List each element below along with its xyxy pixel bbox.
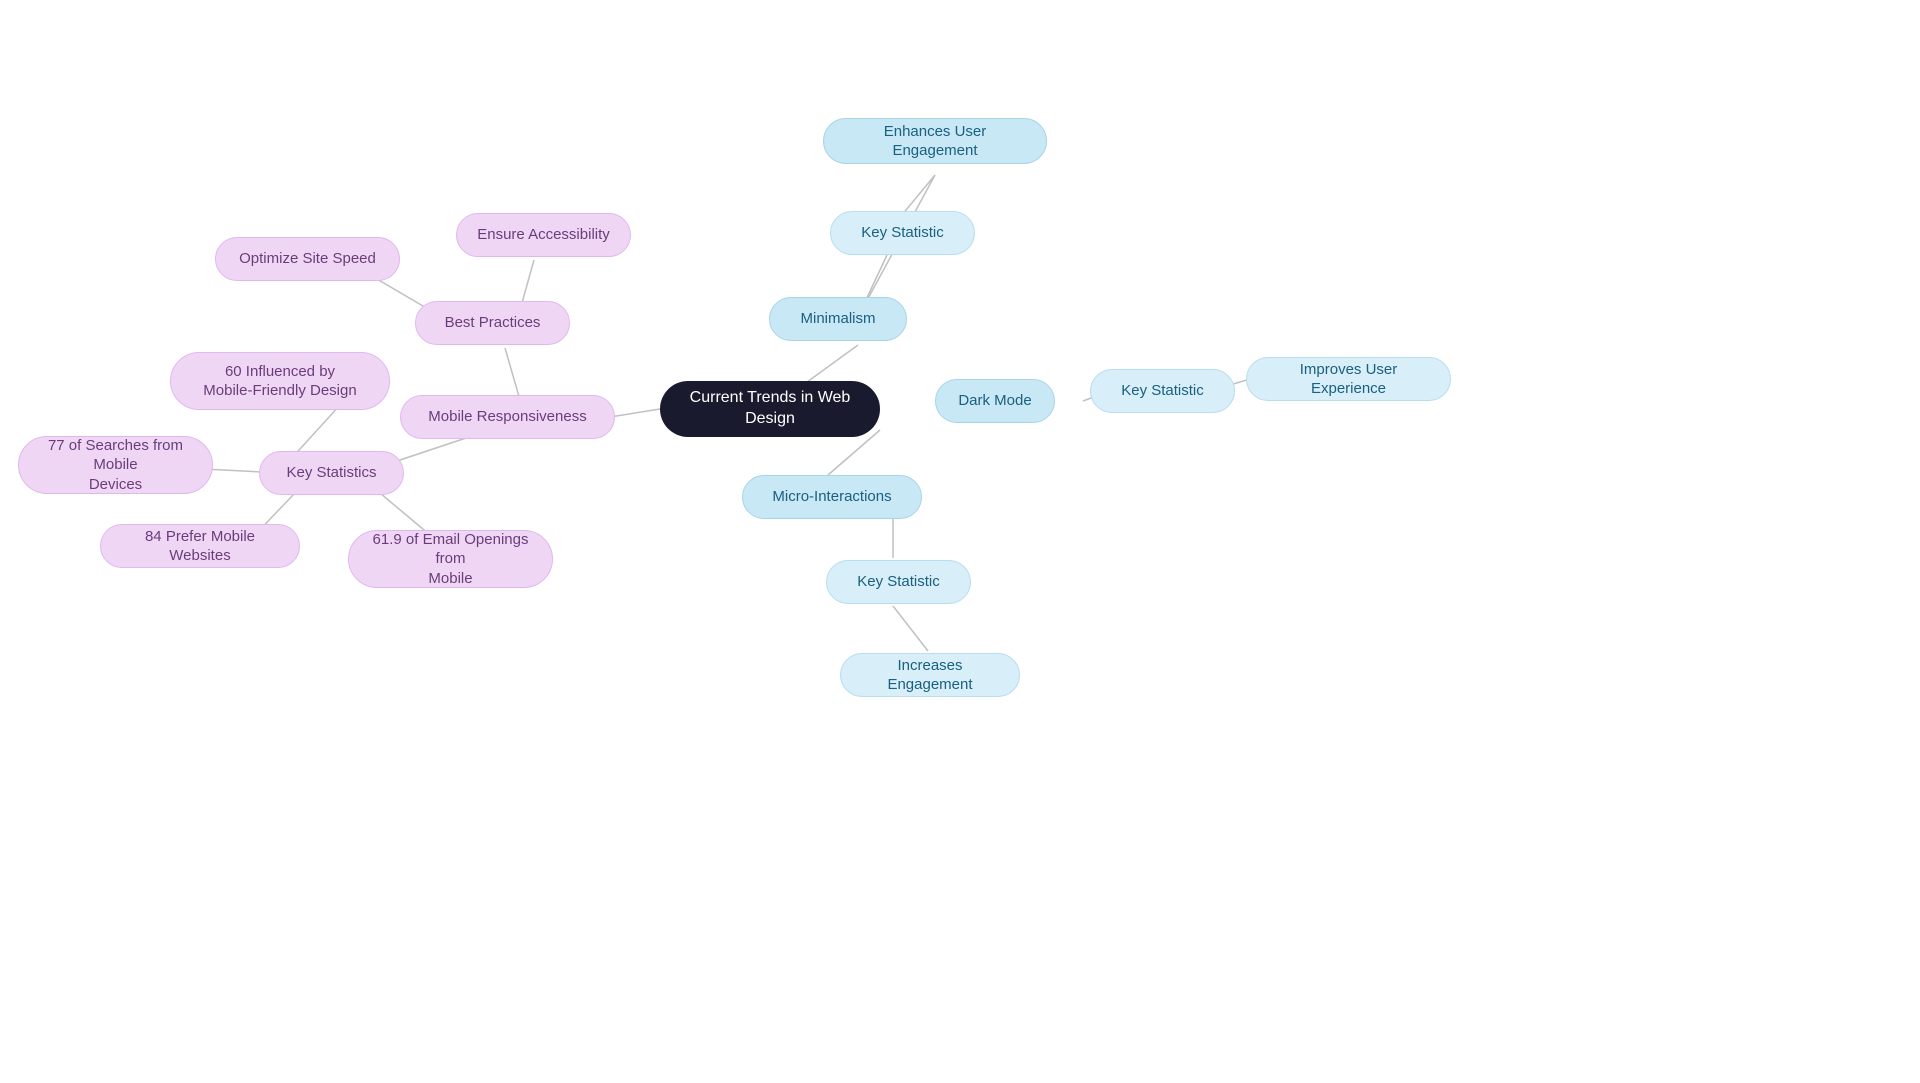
dark-mode-node[interactable]: Dark Mode [935, 379, 1055, 423]
key-statistic-2-node[interactable]: Key Statistic [1090, 369, 1235, 413]
key-statistics-node[interactable]: Key Statistics [259, 451, 404, 495]
optimize-site-speed-node[interactable]: Optimize Site Speed [215, 237, 400, 281]
prefer-mobile-node[interactable]: 84 Prefer Mobile Websites [100, 524, 300, 568]
improves-user-experience-node[interactable]: Improves User Experience [1246, 357, 1451, 401]
ensure-accessibility-node[interactable]: Ensure Accessibility [456, 213, 631, 257]
best-practices-node[interactable]: Best Practices [415, 301, 570, 345]
email-openings-node[interactable]: 61.9 of Email Openings from Mobile [348, 530, 553, 588]
micro-interactions-node[interactable]: Micro-Interactions [742, 475, 922, 519]
increases-engagement-node[interactable]: Increases Engagement [840, 653, 1020, 697]
minimalism-node[interactable]: Minimalism [769, 297, 907, 341]
enhances-user-engagement-node[interactable]: Enhances User Engagement [823, 118, 1047, 164]
key-statistic-3-node[interactable]: Key Statistic [826, 560, 971, 604]
key-statistic-1-node[interactable]: Key Statistic [830, 211, 975, 255]
mobile-responsiveness-node[interactable]: Mobile Responsiveness [400, 395, 615, 439]
mind-map: Current Trends in Web Design Minimalism … [0, 0, 1920, 1083]
searches-node[interactable]: 77 of Searches from Mobile Devices [18, 436, 213, 494]
influenced-node[interactable]: 60 Influenced by Mobile-Friendly Design [170, 352, 390, 410]
center-node[interactable]: Current Trends in Web Design [660, 381, 880, 437]
